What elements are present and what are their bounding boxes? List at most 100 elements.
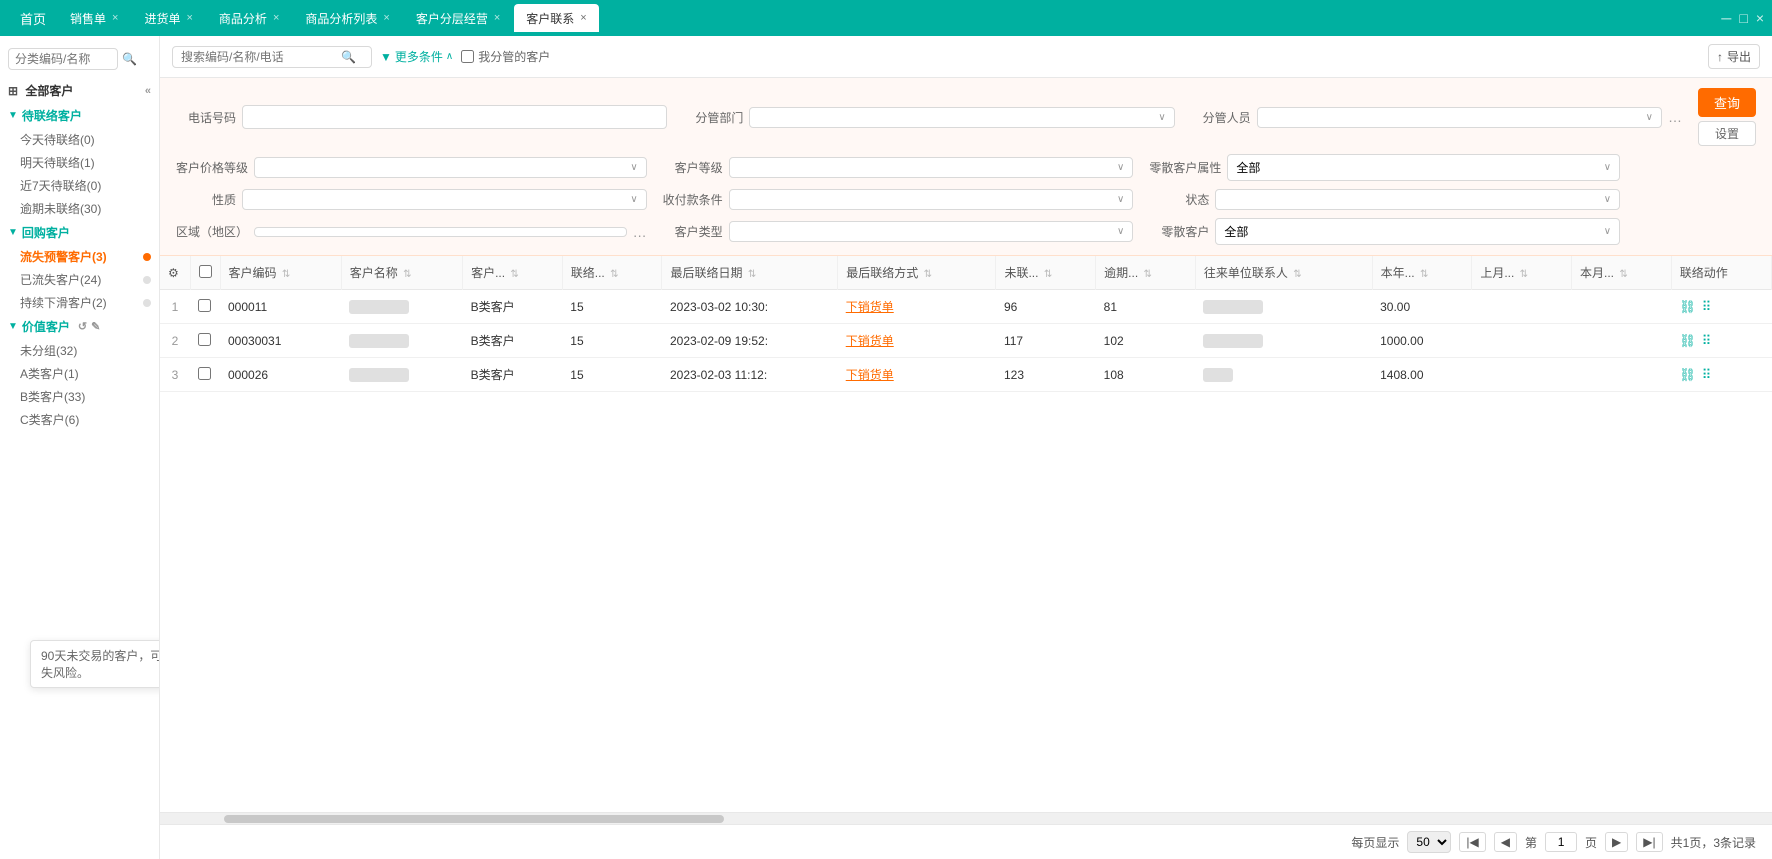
scrollbar-thumb[interactable] <box>224 815 724 823</box>
close-icon[interactable]: × <box>273 12 279 24</box>
close-button[interactable]: × <box>1756 10 1764 26</box>
tab-product-list[interactable]: 商品分析列表 × <box>293 4 401 32</box>
sidebar-item-declining[interactable]: 持续下滑客户(2) <box>0 291 159 314</box>
sidebar-item-lost-warning[interactable]: 流失预警客户(3) <box>0 245 159 268</box>
last-contact-type-cell[interactable]: 下销货单 <box>838 358 996 392</box>
sidebar-item-today[interactable]: 今天待联络(0) <box>0 128 159 151</box>
sort-icon[interactable]: ⇅ <box>1420 269 1428 280</box>
sidebar-item-class-a[interactable]: A类客户(1) <box>0 362 159 385</box>
settings-column-header[interactable]: ⚙ <box>160 256 190 290</box>
zero-customer-select[interactable]: 全部 ∨ <box>1215 218 1620 245</box>
row-checkbox-cell[interactable] <box>190 324 220 358</box>
checkbox-column-header[interactable] <box>190 256 220 290</box>
sort-icon[interactable]: ⇅ <box>610 269 618 280</box>
tab-product-analysis[interactable]: 商品分析 × <box>207 4 291 32</box>
grid-action-icon[interactable]: ⠿ <box>1702 367 1712 383</box>
last-contact-type-cell[interactable]: 下销货单 <box>838 290 996 324</box>
gender-select[interactable]: ∨ <box>242 189 647 210</box>
tab-customer-contact[interactable]: 客户联系 × <box>514 4 598 32</box>
lost-customers-section[interactable]: ▼ 回购客户 <box>0 220 159 245</box>
tab-purchase[interactable]: 进货单 × <box>132 4 204 32</box>
tab-home[interactable]: 首页 <box>8 4 58 32</box>
select-all-checkbox[interactable] <box>199 265 212 278</box>
sort-icon[interactable]: ⇅ <box>924 269 932 280</box>
more-icon[interactable]: … <box>633 224 647 240</box>
chevron-down-icon: ∨ <box>1117 226 1124 237</box>
sort-icon[interactable]: ⇅ <box>748 269 756 280</box>
sidebar-item-ungroup[interactable]: 未分组(32) <box>0 339 159 362</box>
category-search-input[interactable] <box>8 48 118 70</box>
person-select[interactable]: ∨ <box>1257 107 1662 128</box>
close-icon[interactable]: × <box>494 12 500 24</box>
sidebar-tooltip: 90天未交易的客户，可能有流失风险。 <box>30 640 160 688</box>
page-number-input[interactable] <box>1545 832 1577 852</box>
zero-attr-select[interactable]: 全部 ∨ <box>1227 154 1620 181</box>
phone-input[interactable] <box>242 105 667 129</box>
link-icon[interactable]: ⛓ <box>1679 333 1696 349</box>
search-input[interactable] <box>181 50 341 64</box>
prev-page-button[interactable]: ◀ <box>1494 832 1517 852</box>
all-customers-header[interactable]: ⊞ 全部客户 « <box>0 78 159 103</box>
sort-icon[interactable]: ⇅ <box>403 269 411 280</box>
row-checkbox[interactable] <box>198 333 211 346</box>
sidebar-item-already-lost[interactable]: 已流失客户(24) <box>0 268 159 291</box>
sidebar-item-class-c[interactable]: C类客户(6) <box>0 408 159 431</box>
sidebar-item-tomorrow[interactable]: 明天待联络(1) <box>0 151 159 174</box>
maximize-button[interactable]: □ <box>1739 10 1747 26</box>
collapse-icon[interactable]: « <box>145 85 151 97</box>
sort-icon[interactable]: ⇅ <box>1520 269 1528 280</box>
per-page-select[interactable]: 50 <box>1407 831 1451 853</box>
more-icon[interactable]: … <box>1668 109 1682 125</box>
sort-icon[interactable]: ⇅ <box>510 269 518 280</box>
grid-action-icon[interactable]: ⠿ <box>1702 333 1712 349</box>
close-icon[interactable]: × <box>580 12 586 24</box>
search-icon[interactable]: 🔍 <box>341 50 356 64</box>
link-icon[interactable]: ⛓ <box>1679 299 1696 315</box>
export-button[interactable]: ↑ 导出 <box>1708 44 1760 69</box>
edit-icon[interactable]: ✎ <box>91 320 100 333</box>
sort-icon[interactable]: ⇅ <box>1144 269 1152 280</box>
link-icon[interactable]: ⛓ <box>1679 367 1696 383</box>
close-icon[interactable]: × <box>186 12 192 24</box>
my-customer-check[interactable] <box>461 50 474 63</box>
sidebar-item-class-b[interactable]: B类客户(33) <box>0 385 159 408</box>
region-select[interactable] <box>254 227 627 237</box>
dept-select[interactable]: ∨ <box>749 107 1174 128</box>
next-page-button[interactable]: ▶ <box>1605 832 1628 852</box>
close-icon[interactable]: × <box>383 12 389 24</box>
row-checkbox-cell[interactable] <box>190 358 220 392</box>
pending-contact-section[interactable]: ▼ 待联络客户 <box>0 103 159 128</box>
value-customers-section[interactable]: ▼ 价值客户 ↺ ✎ <box>0 314 159 339</box>
row-checkbox-cell[interactable] <box>190 290 220 324</box>
grid-action-icon[interactable]: ⠿ <box>1702 299 1712 315</box>
row-number: 1 <box>160 290 190 324</box>
minimize-button[interactable]: ─ <box>1721 10 1731 26</box>
sidebar-item-7days[interactable]: 近7天待联络(0) <box>0 174 159 197</box>
my-customer-checkbox[interactable]: 我分管的客户 <box>461 48 550 65</box>
customer-level-select[interactable]: ∨ <box>729 157 1134 178</box>
payment-select[interactable]: ∨ <box>729 189 1134 210</box>
tab-customer-tier[interactable]: 客户分层经营 × <box>404 4 512 32</box>
price-level-select[interactable]: ∨ <box>254 157 647 178</box>
settings-button[interactable]: 设置 <box>1698 121 1756 146</box>
last-page-button[interactable]: ▶| <box>1636 832 1662 852</box>
sort-icon[interactable]: ⇅ <box>1619 269 1627 280</box>
sort-icon[interactable]: ⇅ <box>282 269 290 280</box>
query-button[interactable]: 查询 <box>1698 88 1756 117</box>
more-filter-button[interactable]: ▼ 更多条件 ∧ <box>380 48 453 65</box>
sort-icon[interactable]: ⇅ <box>1044 269 1052 280</box>
horizontal-scrollbar[interactable] <box>160 812 1772 824</box>
last-contact-type-cell[interactable]: 下销货单 <box>838 324 996 358</box>
row-checkbox[interactable] <box>198 367 211 380</box>
sidebar-item-overdue[interactable]: 逾期未联络(30) <box>0 197 159 220</box>
customer-type-select[interactable]: ∨ <box>729 221 1134 242</box>
search-box[interactable]: 🔍 <box>172 46 372 68</box>
status-select[interactable]: ∨ <box>1215 189 1620 210</box>
tab-sales[interactable]: 销售单 × <box>58 4 130 32</box>
first-page-button[interactable]: |◀ <box>1459 832 1485 852</box>
refresh-icon[interactable]: ↺ <box>78 320 87 333</box>
close-icon[interactable]: × <box>112 12 118 24</box>
row-checkbox[interactable] <box>198 299 211 312</box>
sidebar-search-icon[interactable]: 🔍 <box>122 52 137 66</box>
sort-icon[interactable]: ⇅ <box>1293 269 1301 280</box>
